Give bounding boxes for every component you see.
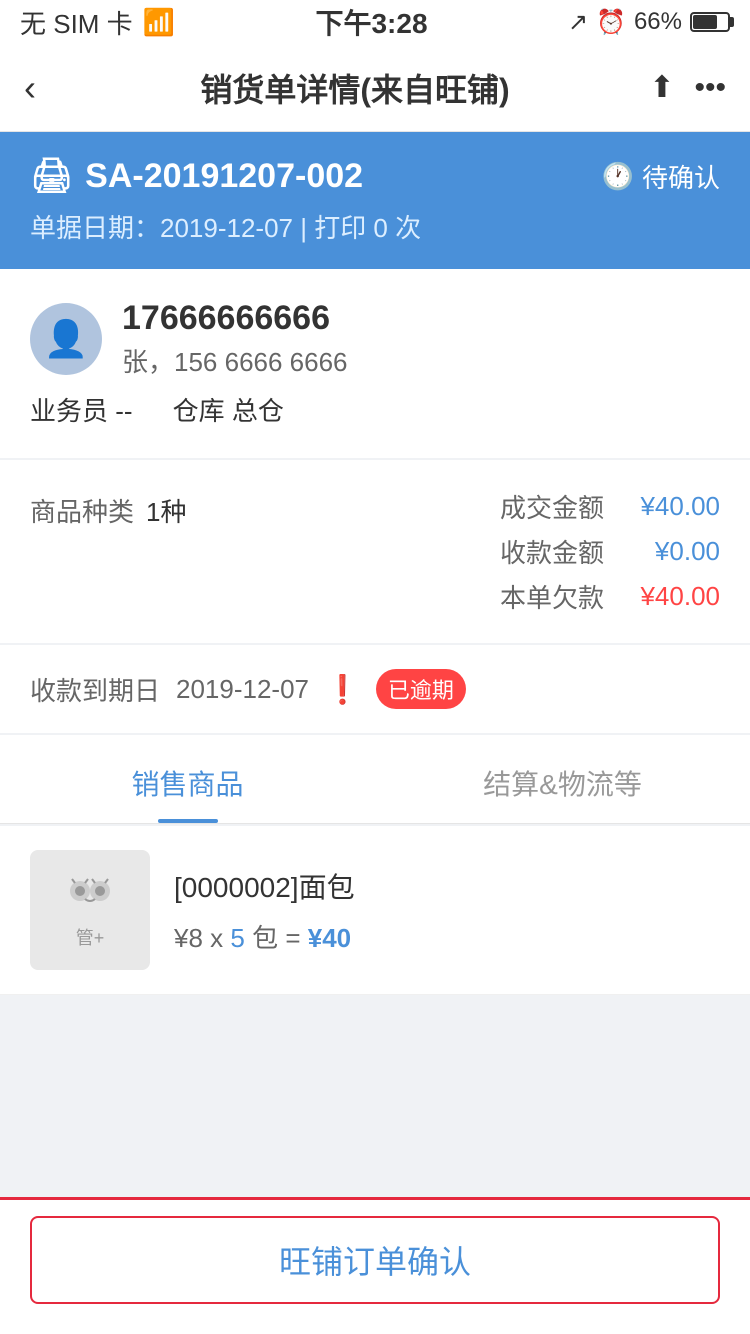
- received-amount-item: 收款金额 ¥0.00: [500, 533, 720, 570]
- sales-rep-label: 业务员: [30, 396, 108, 426]
- warehouse-item: 仓库 总仓: [173, 391, 284, 428]
- sales-rep-item: 业务员 --: [30, 391, 133, 428]
- customer-info-row: 业务员 -- 仓库 总仓: [30, 391, 720, 428]
- balance-due-label: 本单欠款: [500, 578, 604, 615]
- due-date-value: 2019-12-07: [176, 674, 309, 705]
- due-date-section: 收款到期日 2019-12-07 ❗ 已逾期: [0, 645, 750, 733]
- share-icon[interactable]: ⬆: [649, 70, 674, 105]
- battery-text: 66%: [634, 8, 682, 36]
- status-bar: 无 SIM 卡 📶 下午3:28 ↗ ⏰ 66%: [0, 0, 750, 44]
- table-row: 管+ [0000002]面包 ¥8 x 5 包 = ¥40: [0, 826, 750, 995]
- overdue-icon: ❗: [325, 673, 360, 706]
- customer-phone: 17666666666: [122, 299, 348, 338]
- product-type: 商品种类 1种: [30, 488, 186, 529]
- received-amount-label: 收款金额: [500, 533, 604, 570]
- order-header-card: 🖨 SA-20191207-002 🕐 待确认 单据日期：2019-12-07 …: [0, 132, 750, 269]
- tab-settlement[interactable]: 结算&物流等: [375, 735, 750, 823]
- tabs-row: 销售商品 结算&物流等: [0, 735, 750, 824]
- product-unit-price: ¥8: [174, 923, 203, 953]
- overdue-badge: 已逾期: [376, 669, 466, 709]
- due-date-label: 收款到期日: [30, 671, 160, 708]
- tabs-section: 销售商品 结算&物流等: [0, 735, 750, 824]
- confirm-order-button[interactable]: 旺铺订单确认: [30, 1216, 720, 1304]
- alarm-icon: ⏰: [596, 8, 626, 37]
- page-title: 销货单详情(来自旺铺): [84, 65, 626, 111]
- order-meta: 单据日期：2019-12-07 | 打印 0 次: [30, 208, 720, 245]
- multiply-sign: x: [210, 923, 230, 953]
- product-info: [0000002]面包 ¥8 x 5 包 = ¥40: [174, 866, 720, 955]
- product-name: [0000002]面包: [174, 866, 720, 906]
- balance-due-value: ¥40.00: [620, 581, 720, 612]
- clock-icon: 🕐: [602, 161, 634, 192]
- more-icon[interactable]: •••: [694, 71, 726, 105]
- equal-sign: =: [285, 923, 307, 953]
- brand-owl-icon: [60, 871, 120, 920]
- deal-amount-label: 成交金额: [500, 488, 604, 525]
- product-total: ¥40: [308, 923, 351, 953]
- tab-products[interactable]: 销售商品: [0, 735, 375, 823]
- carrier-text: 无 SIM 卡: [20, 4, 133, 41]
- wifi-icon: 📶: [143, 7, 175, 38]
- status-bar-right: ↗ ⏰ 66%: [568, 8, 730, 37]
- bottom-spacer: [0, 995, 750, 1155]
- customer-name: 张，156 6666 6666: [122, 342, 348, 379]
- order-status: 🕐 待确认: [602, 158, 720, 195]
- bottom-bar: 旺铺订单确认: [0, 1197, 750, 1334]
- order-icon: 🖨: [30, 156, 73, 196]
- nav-bar: ‹ 销货单详情(来自旺铺) ⬆ •••: [0, 44, 750, 132]
- product-unit: 包: [252, 923, 278, 953]
- balance-due-item: 本单欠款 ¥40.00: [500, 578, 720, 615]
- battery-icon: [690, 12, 730, 32]
- customer-section: 👤 17666666666 张，156 6666 6666 业务员 -- 仓库 …: [0, 269, 750, 458]
- avatar: 👤: [30, 303, 102, 375]
- product-qty: 5: [230, 923, 244, 953]
- order-id: 🖨 SA-20191207-002: [30, 156, 363, 196]
- deal-amount-item: 成交金额 ¥40.00: [500, 488, 720, 525]
- nav-actions: ⬆ •••: [626, 70, 726, 105]
- location-icon: ↗: [568, 8, 588, 37]
- product-thumbnail: 管+: [30, 850, 150, 970]
- product-price: ¥8 x 5 包 = ¥40: [174, 918, 720, 955]
- summary-right: 成交金额 ¥40.00 收款金额 ¥0.00 本单欠款 ¥40.00: [500, 488, 720, 615]
- summary-section: 商品种类 1种 成交金额 ¥40.00 收款金额 ¥0.00 本单欠款 ¥40.…: [0, 460, 750, 643]
- sales-rep-value: --: [115, 396, 132, 426]
- product-type-label: 商品种类: [30, 492, 134, 529]
- received-amount-value: ¥0.00: [620, 536, 720, 567]
- warehouse-value: 总仓: [232, 396, 284, 426]
- product-type-value: 1种: [146, 492, 186, 529]
- brand-plus-text: 管+: [76, 924, 105, 950]
- avatar-icon: 👤: [44, 318, 89, 360]
- status-time: 下午3:28: [315, 2, 427, 42]
- warehouse-label: 仓库: [173, 396, 225, 426]
- product-list: 管+ [0000002]面包 ¥8 x 5 包 = ¥40: [0, 826, 750, 995]
- back-button[interactable]: ‹: [24, 67, 84, 109]
- deal-amount-value: ¥40.00: [620, 491, 720, 522]
- status-bar-left: 无 SIM 卡 📶: [20, 4, 175, 41]
